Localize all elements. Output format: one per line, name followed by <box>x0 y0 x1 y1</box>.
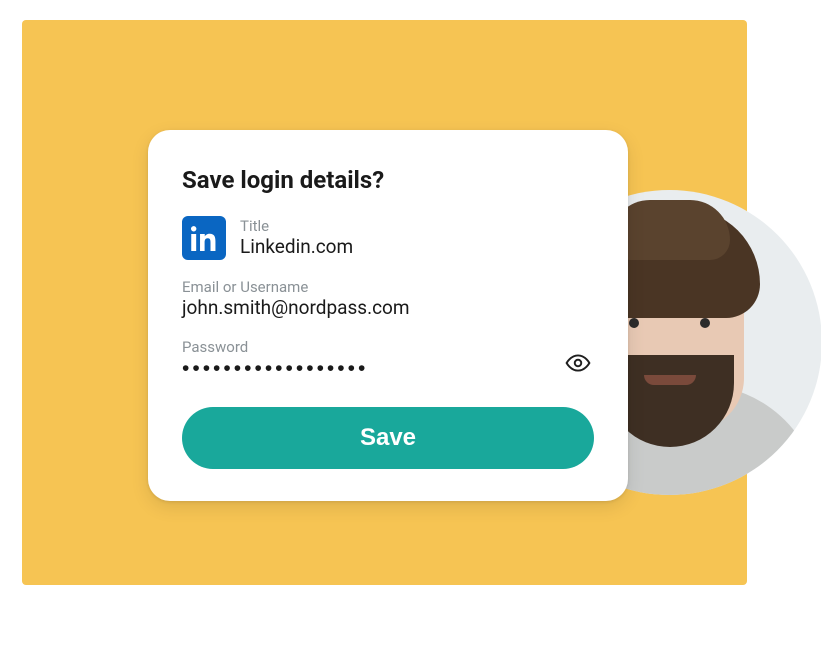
username-field[interactable]: Email or Username john.smith@nordpass.co… <box>182 278 594 320</box>
title-value: Linkedin.com <box>240 235 353 259</box>
dialog-title: Save login details? <box>182 166 594 194</box>
save-login-dialog: Save login details? Title Linkedin.com E… <box>148 130 628 501</box>
title-label: Title <box>240 217 353 235</box>
linkedin-icon <box>182 216 226 260</box>
show-password-toggle[interactable] <box>562 349 594 381</box>
password-value-masked: •••••••••••••••••• <box>182 356 562 381</box>
illustration-background: Save login details? Title Linkedin.com E… <box>22 20 747 585</box>
password-field[interactable]: Password •••••••••••••••••• <box>182 338 562 381</box>
username-value: john.smith@nordpass.com <box>182 296 594 320</box>
username-label: Email or Username <box>182 278 594 296</box>
save-button[interactable]: Save <box>182 407 594 469</box>
title-field[interactable]: Title Linkedin.com <box>182 216 594 260</box>
eye-icon <box>565 350 591 380</box>
password-label: Password <box>182 338 562 356</box>
